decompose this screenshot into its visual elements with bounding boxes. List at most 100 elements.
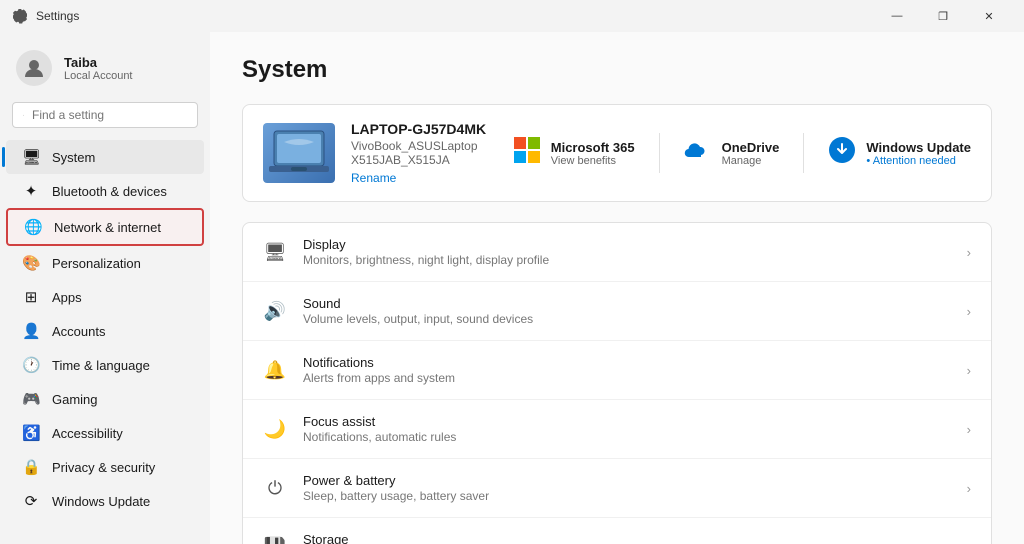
display-title: Display (303, 237, 951, 252)
settings-item-storage[interactable]: 💾 Storage Storage space, drives, configu… (243, 518, 991, 544)
power-battery-text: Power & battery Sleep, battery usage, ba… (303, 473, 951, 503)
sidebar-item-personalization[interactable]: 🎨 Personalization (6, 246, 204, 280)
device-card: LAPTOP-GJ57D4MK VivoBook_ASUSLaptop X515… (242, 104, 992, 202)
microsoft365-label: Microsoft 365 (551, 140, 635, 155)
accessibility-icon: ♿ (22, 424, 40, 442)
sidebar-item-accessibility[interactable]: ♿ Accessibility (6, 416, 204, 450)
sidebar-label-windows-update: Windows Update (52, 494, 150, 509)
sidebar-item-time[interactable]: 🕐 Time & language (6, 348, 204, 382)
minimize-button[interactable]: — (874, 0, 920, 32)
quick-links: Microsoft 365 View benefits OneDrive Man… (513, 133, 971, 173)
user-info: Taiba Local Account (64, 55, 133, 82)
storage-title: Storage (303, 532, 951, 544)
search-box[interactable] (12, 102, 198, 128)
sidebar-item-system[interactable]: 🖥 System (6, 140, 204, 174)
user-profile[interactable]: Taiba Local Account (0, 40, 210, 102)
sidebar-label-network: Network & internet (54, 220, 161, 235)
focus-assist-title: Focus assist (303, 414, 951, 429)
privacy-icon: 🔒 (22, 458, 40, 476)
power-battery-title: Power & battery (303, 473, 951, 488)
search-input[interactable] (32, 108, 187, 122)
quick-link-onedrive[interactable]: OneDrive Manage (684, 139, 780, 167)
display-text: Display Monitors, brightness, night ligh… (303, 237, 951, 267)
settings-item-sound[interactable]: 🔊 Sound Volume levels, output, input, so… (243, 282, 991, 341)
winupdate-sub: • Attention needed (866, 155, 971, 167)
device-model: VivoBook_ASUSLaptop X515JAB_X515JA (351, 139, 497, 167)
power-battery-icon: ⏻ (263, 478, 287, 499)
onedrive-label: OneDrive (722, 140, 780, 155)
focus-assist-text: Focus assist Notifications, automatic ru… (303, 414, 951, 444)
quick-link-microsoft365[interactable]: Microsoft 365 View benefits (513, 136, 635, 170)
onedrive-icon (684, 139, 712, 167)
sidebar-item-apps[interactable]: ⊞ Apps (6, 280, 204, 314)
device-info: LAPTOP-GJ57D4MK VivoBook_ASUSLaptop X515… (351, 121, 497, 185)
sidebar-label-apps: Apps (52, 290, 82, 305)
page-title: System (242, 56, 992, 84)
settings-item-notifications[interactable]: 🔔 Notifications Alerts from apps and sys… (243, 341, 991, 400)
storage-chevron: › (967, 540, 971, 544)
power-battery-desc: Sleep, battery usage, battery saver (303, 489, 951, 503)
settings-item-focus-assist[interactable]: 🌙 Focus assist Notifications, automatic … (243, 400, 991, 459)
apps-icon: ⊞ (22, 288, 40, 306)
avatar (16, 50, 52, 86)
settings-item-power-battery[interactable]: ⏻ Power & battery Sleep, battery usage, … (243, 459, 991, 518)
close-button[interactable]: ✕ (966, 0, 1012, 32)
windows-update-icon (828, 136, 856, 170)
microsoft365-sub: View benefits (551, 155, 635, 167)
settings-app-icon (12, 8, 28, 24)
sound-icon: 🔊 (263, 301, 287, 322)
username: Taiba (64, 55, 133, 70)
quick-link-winupdate-info: Windows Update • Attention needed (866, 140, 971, 167)
sidebar-label-accessibility: Accessibility (52, 426, 123, 441)
sidebar: Taiba Local Account 🖥 System ✦ Bluetooth… (0, 32, 210, 544)
main-content: System LAPTOP-GJ57D4MK VivoBook_ASUSLapt… (210, 32, 1024, 544)
nav-list: 🖥 System ✦ Bluetooth & devices 🌐 Network… (0, 140, 210, 518)
laptop-image (269, 128, 329, 178)
rename-link[interactable]: Rename (351, 171, 497, 185)
sidebar-item-gaming[interactable]: 🎮 Gaming (6, 382, 204, 416)
quick-link-winupdate[interactable]: Windows Update • Attention needed (828, 136, 971, 170)
maximize-button[interactable]: ❐ (920, 0, 966, 32)
settings-list: 🖥 Display Monitors, brightness, night li… (242, 222, 992, 544)
settings-item-display[interactable]: 🖥 Display Monitors, brightness, night li… (243, 223, 991, 282)
search-icon (23, 109, 24, 122)
sound-desc: Volume levels, output, input, sound devi… (303, 312, 951, 326)
quick-link-onedrive-info: OneDrive Manage (722, 140, 780, 167)
focus-assist-desc: Notifications, automatic rules (303, 430, 951, 444)
sidebar-label-bluetooth: Bluetooth & devices (52, 184, 167, 199)
power-battery-chevron: › (967, 481, 971, 496)
device-name: LAPTOP-GJ57D4MK (351, 121, 497, 137)
app-body: Taiba Local Account 🖥 System ✦ Bluetooth… (0, 32, 1024, 544)
notifications-chevron: › (967, 363, 971, 378)
sidebar-label-accounts: Accounts (52, 324, 105, 339)
sidebar-label-privacy: Privacy & security (52, 460, 155, 475)
quick-link-microsoft365-info: Microsoft 365 View benefits (551, 140, 635, 167)
sound-text: Sound Volume levels, output, input, soun… (303, 296, 951, 326)
title-bar-left: Settings (12, 8, 79, 24)
gaming-icon: 🎮 (22, 390, 40, 408)
display-icon: 🖥 (263, 242, 287, 263)
title-bar-label: Settings (36, 9, 79, 23)
focus-assist-icon: 🌙 (263, 419, 287, 440)
sidebar-item-privacy[interactable]: 🔒 Privacy & security (6, 450, 204, 484)
onedrive-sub: Manage (722, 155, 780, 167)
sidebar-label-system: System (52, 150, 95, 165)
storage-icon: 💾 (263, 537, 287, 544)
title-bar: Settings — ❐ ✕ (0, 0, 1024, 32)
accounts-icon: 👤 (22, 322, 40, 340)
storage-text: Storage Storage space, drives, configura… (303, 532, 951, 544)
sound-title: Sound (303, 296, 951, 311)
title-bar-controls: — ❐ ✕ (874, 0, 1012, 32)
notifications-icon: 🔔 (263, 360, 287, 381)
sidebar-item-windows-update[interactable]: ⟳ Windows Update (6, 484, 204, 518)
sidebar-item-bluetooth[interactable]: ✦ Bluetooth & devices (6, 174, 204, 208)
user-account-type: Local Account (64, 70, 133, 82)
sidebar-item-accounts[interactable]: 👤 Accounts (6, 314, 204, 348)
system-icon: 🖥 (22, 148, 40, 166)
notifications-text: Notifications Alerts from apps and syste… (303, 355, 951, 385)
notifications-desc: Alerts from apps and system (303, 371, 951, 385)
winupdate-icon-svg (828, 136, 856, 164)
sidebar-label-time: Time & language (52, 358, 150, 373)
network-icon: 🌐 (24, 218, 42, 236)
sidebar-item-network[interactable]: 🌐 Network & internet (6, 208, 204, 246)
